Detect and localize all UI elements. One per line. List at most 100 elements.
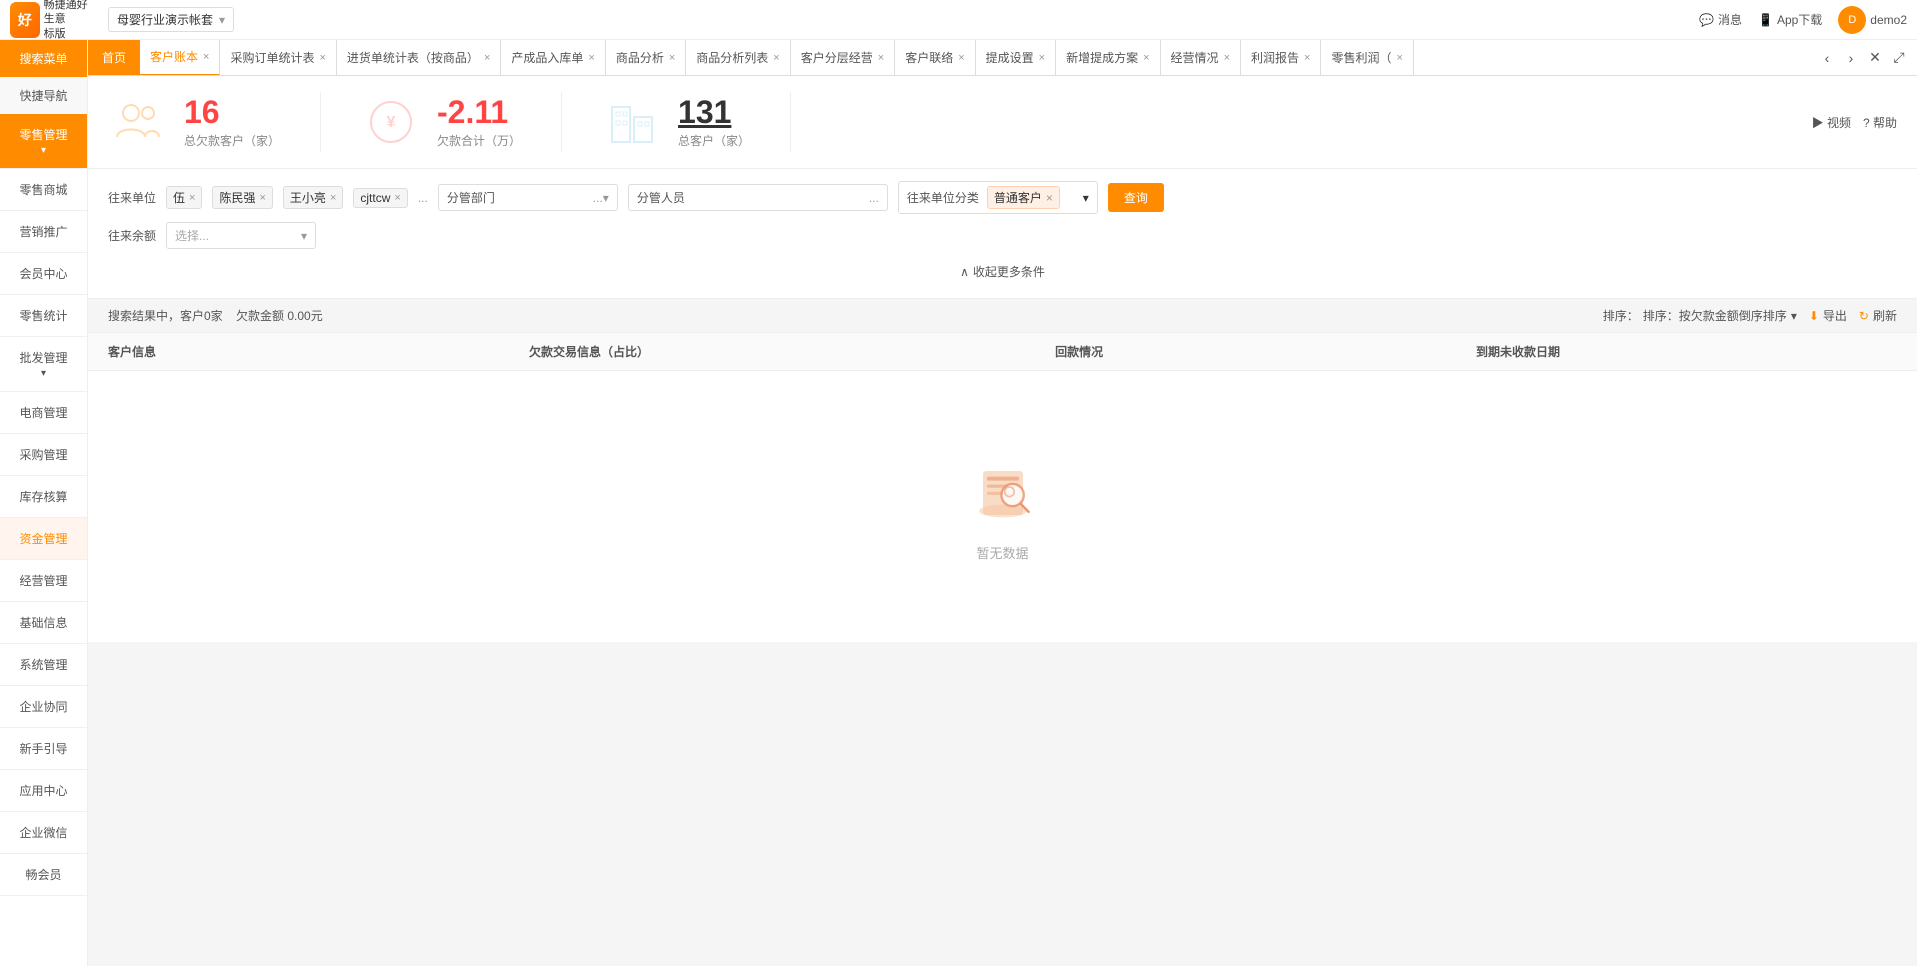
tab-customer-ledger[interactable]: 客户账本 × (140, 40, 220, 76)
sidebar-item-basic-info[interactable]: 基础信息 (0, 602, 87, 644)
sidebar-item-retail-mall[interactable]: 零售商城 (0, 169, 87, 211)
sidebar-item-app-center[interactable]: 应用中心 (0, 770, 87, 812)
remove-tag-cjttcw[interactable]: × (394, 192, 400, 204)
tab-profit-report[interactable]: 利润报告 × (1241, 40, 1321, 76)
user-avatar[interactable]: D demo2 (1838, 6, 1907, 34)
tab-home[interactable]: 首页 (88, 40, 140, 76)
sidebar-search[interactable]: 搜索菜单 (0, 40, 87, 77)
tab-inbound-stats[interactable]: 进货单统计表（按商品） × (337, 40, 501, 76)
export-button[interactable]: ⬇ 导出 (1809, 307, 1847, 324)
page-content: 16 总欠款客户（家） ¥ -2.11 (88, 76, 1917, 966)
tab-customer-segmentation[interactable]: 客户分层经营 × (791, 40, 895, 76)
balance-label: 往来余额 (108, 227, 156, 244)
tab-close-icon[interactable]: × (958, 52, 964, 64)
chevron-up-icon: ∧ (960, 265, 969, 279)
tab-new-commission[interactable]: 新增提成方案 × (1056, 40, 1160, 76)
tab-close-icon[interactable]: × (1396, 52, 1402, 64)
tab-business-status[interactable]: 经营情况 × (1161, 40, 1241, 76)
tab-retail-profit[interactable]: 零售利润（ × (1321, 40, 1413, 76)
tab-production-inbound[interactable]: 产成品入库单 × (501, 40, 605, 76)
tab-bar: 首页 客户账本 × 采购订单统计表 × 进货单统计表（按商品） × 产成品入库单… (88, 40, 1917, 76)
stat-info: -2.11 欠款合计（万） (437, 96, 521, 149)
dept-select[interactable]: 分管部门 ... ▾ (438, 184, 618, 211)
stat-debt-value: -2.11 (437, 96, 521, 128)
sidebar-item-enterprise-wechat[interactable]: 企业微信 (0, 812, 87, 854)
sort-arrow-icon: ▾ (1791, 309, 1797, 323)
tab-close-icon[interactable]: × (203, 51, 209, 63)
message-button[interactable]: 💬 消息 (1699, 11, 1742, 28)
app-icon: 📱 (1758, 13, 1773, 27)
tab-close-icon[interactable]: × (1304, 52, 1310, 64)
sidebar-item-enterprise-collab[interactable]: 企业协同 (0, 686, 87, 728)
tab-maximize-button[interactable]: ⤢ (1889, 48, 1909, 68)
remove-tag-wang[interactable]: × (330, 192, 336, 204)
app-download-button[interactable]: 📱 App下载 (1758, 11, 1822, 28)
tab-close-icon[interactable]: × (319, 52, 325, 64)
tab-close-icon[interactable]: × (1143, 52, 1149, 64)
tab-close-icon[interactable]: × (1224, 52, 1230, 64)
balance-select[interactable]: 选择... ▾ (166, 222, 316, 249)
logo-icon: 好 (10, 2, 40, 38)
sort-select[interactable]: 排序： 排序：按欠款金额倒序排序 ▾ (1603, 307, 1797, 324)
tab-close-icon[interactable]: × (1039, 52, 1045, 64)
sidebar-item-marketing[interactable]: 营销推广 (0, 211, 87, 253)
selector-arrow-icon: ▾ (219, 13, 225, 27)
video-help-button[interactable]: ▶ 视频 (1812, 114, 1851, 131)
export-icon: ⬇ (1809, 309, 1819, 323)
sidebar-item-member-center[interactable]: 会员中心 (0, 253, 87, 295)
stats-bar: 16 总欠款客户（家） ¥ -2.11 (88, 76, 1917, 169)
tab-close-icon[interactable]: × (773, 52, 779, 64)
person-more-icon: ... (869, 191, 879, 205)
remove-tag-chen[interactable]: × (259, 192, 265, 204)
filter-row-1: 往来单位 伍 × 陈民强 × 王小亮 × (108, 181, 1897, 214)
sidebar-item-business[interactable]: 经营管理 (0, 560, 87, 602)
remove-tag-wu[interactable]: × (189, 192, 195, 204)
stat-total-customers: 16 总欠款客户（家） (108, 92, 321, 152)
selected-category-tag: 普通客户 × (987, 186, 1060, 209)
refresh-button[interactable]: ↻ 刷新 (1859, 307, 1897, 324)
filter-more-tags[interactable]: ... (418, 191, 428, 205)
tab-next-button[interactable]: › (1841, 48, 1861, 68)
sidebar-item-inventory[interactable]: 库存核算 (0, 476, 87, 518)
sidebar-item-system[interactable]: 系统管理 (0, 644, 87, 686)
query-button[interactable]: 查询 (1108, 183, 1164, 212)
col-header-debt: 欠款交易信息（占比） (529, 343, 1055, 360)
sidebar-item-chang-member[interactable]: 畅会员 (0, 854, 87, 896)
tab-customer-contact[interactable]: 客户联络 × (895, 40, 975, 76)
tab-prev-button[interactable]: ‹ (1817, 48, 1837, 68)
person-select[interactable]: 分管人员 ... (628, 184, 888, 211)
filter-row-2: 往来余额 选择... ▾ (108, 222, 1897, 249)
tab-close-icon[interactable]: × (878, 52, 884, 64)
sidebar-quick-nav[interactable]: 快捷导航 (0, 77, 87, 114)
remove-category-tag[interactable]: × (1046, 191, 1053, 205)
sidebar-item-ecommerce[interactable]: 电商管理 (0, 392, 87, 434)
message-icon: 💬 (1699, 13, 1714, 27)
balance-arrow-icon: ▾ (301, 229, 307, 243)
sidebar-item-finance[interactable]: 资金管理 (0, 518, 87, 560)
tab-close-all-button[interactable]: ✕ (1865, 48, 1885, 68)
logo-text: 畅捷通好生意 标版 (44, 0, 98, 41)
tab-product-analysis[interactable]: 商品分析 × (606, 40, 686, 76)
sidebar-item-wholesale[interactable]: 批发管理 ▾ (0, 337, 87, 392)
stat-info: 131 总客户（家） (678, 96, 750, 149)
tab-close-icon[interactable]: × (669, 52, 675, 64)
collapse-button[interactable]: ∧ 收起更多条件 (960, 257, 1045, 286)
tab-close-icon[interactable]: × (588, 52, 594, 64)
tab-commission-settings[interactable]: 提成设置 × (976, 40, 1056, 76)
category-select[interactable]: 往来单位分类 普通客户 × ▾ (898, 181, 1098, 214)
chevron-down-icon: ▾ (0, 368, 87, 379)
debt-icon: ¥ (361, 92, 421, 152)
tab-product-analysis-list[interactable]: 商品分析列表 × (686, 40, 790, 76)
sidebar-item-guide[interactable]: 新手引导 (0, 728, 87, 770)
results-info: 搜索结果中，客户0家 欠款金额 0.00元 排序： 排序：按欠款金额倒序排序 ▾… (88, 299, 1917, 333)
sidebar-item-retail-stats[interactable]: 零售统计 (0, 295, 87, 337)
account-selector[interactable]: 母婴行业演示帐套 ▾ (108, 7, 234, 32)
sidebar-item-retail-management[interactable]: 零售管理 ▾ (0, 114, 87, 169)
help-button[interactable]: ? 帮助 (1863, 114, 1897, 131)
logo-area: 好 畅捷通好生意 标版 (10, 0, 98, 41)
tab-close-icon[interactable]: × (484, 52, 490, 64)
filter-tag-unit: 伍 × (166, 186, 202, 209)
sidebar-item-purchase[interactable]: 采购管理 (0, 434, 87, 476)
stat-all-customers: 131 总客户（家） (602, 92, 791, 152)
tab-purchase-order[interactable]: 采购订单统计表 × (220, 40, 336, 76)
